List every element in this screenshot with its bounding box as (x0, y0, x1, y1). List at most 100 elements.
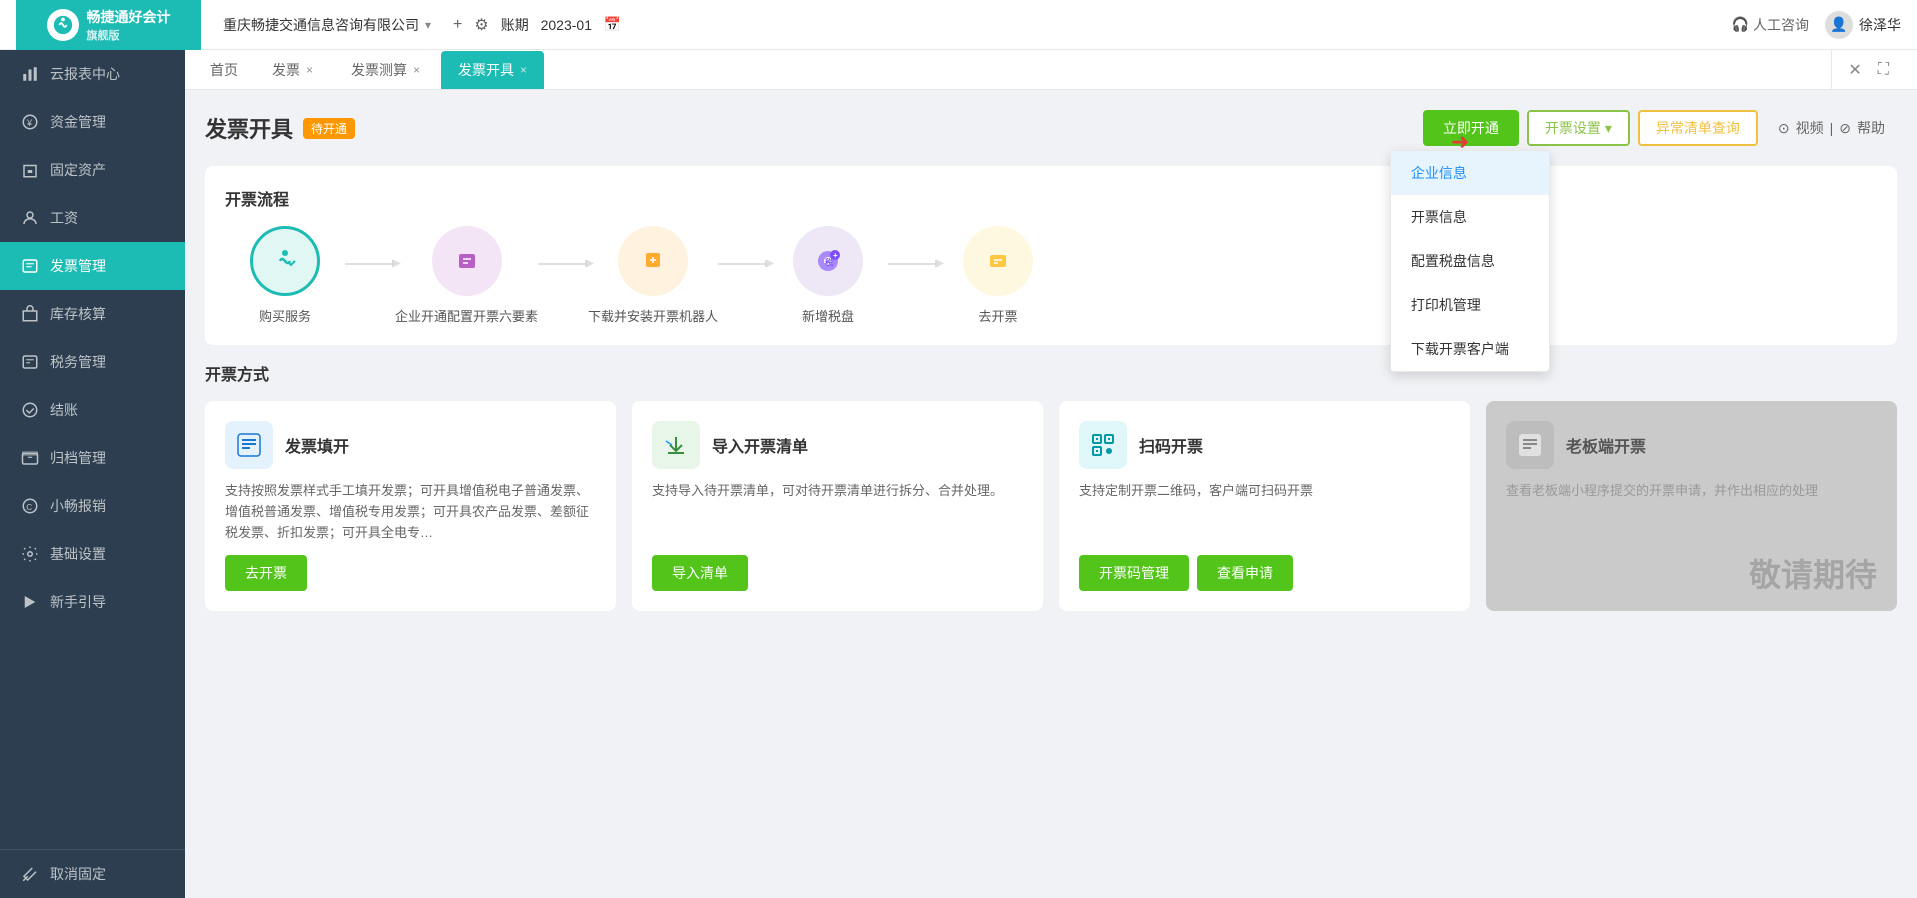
dropdown-item-download-client[interactable]: 下载开票客户端 (1391, 327, 1549, 371)
top-bar-actions: 🎧 人工咨询 👤 徐泽华 (1732, 11, 1901, 39)
close-icon[interactable]: × (306, 63, 313, 77)
sidebar-item-shuiwu[interactable]: 税务管理 (0, 338, 185, 386)
dropdown-item-invoice-info[interactable]: 开票信息 (1391, 195, 1549, 239)
sidebar-item-xiaochang[interactable]: C 小畅报销 (0, 482, 185, 530)
go-invoice-button[interactable]: 去开票 (225, 555, 307, 591)
sidebar-item-gongzi[interactable]: 工资 (0, 194, 185, 242)
sidebar-label: 取消固定 (50, 864, 106, 884)
settings-label: 开票设置 (1545, 118, 1601, 138)
building-icon (20, 160, 40, 180)
logo-area: 畅捷通好会计 旗舰版 (16, 0, 201, 50)
logo-icon (47, 9, 79, 41)
chart-icon (20, 64, 40, 84)
view-apply-button[interactable]: 查看申请 (1197, 555, 1293, 591)
sidebar-item-fapiao[interactable]: 发票管理 (0, 242, 185, 290)
sidebar-item-jiezhang[interactable]: 结账 (0, 386, 185, 434)
flow-icon-download (618, 226, 688, 296)
tab-fapiaocesuan[interactable]: 发票测算 × (334, 51, 437, 89)
activate-button[interactable]: 立即开通 (1423, 110, 1519, 146)
content-area: 首页 发票 × 发票测算 × 发票开具 × ✕ ⛶ (185, 50, 1917, 898)
flow-step-download: 下载并安装开票机器人 (588, 226, 718, 325)
method-title: 导入开票清单 (712, 433, 808, 457)
unpin-icon (20, 864, 40, 884)
methods-section: 发票填开 支持按照发票样式手工填开发票；可开具增值税电子普通发票、增值税普通发票… (205, 401, 1897, 611)
sidebar-bottom: 取消固定 (0, 849, 185, 898)
flow-step-taxdisk: 税 + 新增税盘 (768, 226, 888, 325)
sidebar-label: 小畅报销 (50, 496, 106, 516)
expire-text: 敬请期待 (1749, 550, 1877, 596)
method-icon-scan (1079, 421, 1127, 469)
chevron-down-icon: ▾ (425, 18, 431, 32)
tab-label: 发票 (272, 60, 300, 80)
settings-button[interactable]: 开票设置 ▾ (1527, 110, 1630, 146)
close-icon[interactable]: × (520, 63, 527, 77)
settings-icon[interactable]: ⚙ (474, 15, 488, 35)
close-window-icon[interactable]: ✕ (1844, 56, 1865, 84)
dropdown-item-tax-config[interactable]: 配置税盘信息 (1391, 239, 1549, 283)
sidebar-item-xinshou[interactable]: 新手引导 (0, 578, 185, 626)
svg-text:¥: ¥ (26, 118, 33, 128)
method-header: 扫码开票 (1079, 421, 1450, 469)
sidebar-label: 库存核算 (50, 304, 106, 324)
sidebar-label: 结账 (50, 400, 78, 420)
method-card-manual: 发票填开 支持按照发票样式手工填开发票；可开具增值税电子普通发票、增值税普通发票… (205, 401, 616, 611)
support-button[interactable]: 🎧 人工咨询 (1732, 15, 1809, 35)
method-footer: 去开票 (225, 555, 596, 591)
tabs-bar: 首页 发票 × 发票测算 × 发票开具 × ✕ ⛶ (185, 50, 1917, 90)
method-icon-boss (1506, 421, 1554, 469)
tab-fapiaokaiqu[interactable]: 发票开具 × (441, 51, 544, 89)
flow-section-title: 开票流程 (225, 186, 1877, 210)
dropdown-item-printer[interactable]: 打印机管理 (1391, 283, 1549, 327)
svg-text:+: + (833, 251, 838, 260)
gear-icon (20, 544, 40, 564)
page-header: 发票开具 待开通 立即开通 开票设置 ▾ 企业信息 (205, 110, 1897, 146)
method-footer: 导入清单 (652, 555, 1023, 591)
flow-section: 开票流程 购买服务 (205, 166, 1897, 345)
user-area[interactable]: 👤 徐泽华 (1825, 11, 1901, 39)
flow-step-label: 企业开通配置开票六要素 (395, 306, 538, 325)
logo-text: 畅捷通好会计 旗舰版 (87, 7, 171, 43)
sidebar: 云报表中心 ¥ 资金管理 固定资产 工资 发票管理 (0, 50, 185, 898)
method-title: 发票填开 (285, 433, 349, 457)
qr-manage-button[interactable]: 开票码管理 (1079, 555, 1189, 591)
tab-label: 发票测算 (351, 60, 407, 80)
sidebar-item-gudingzichan[interactable]: 固定资产 (0, 146, 185, 194)
flow-step-label: 购买服务 (259, 306, 311, 325)
period-label: 账期 2023-01 📅 (501, 15, 622, 35)
app-title: 畅捷通好会计 (87, 7, 171, 27)
tab-fapiao[interactable]: 发票 × (255, 51, 330, 89)
flow-icon-go-invoice (963, 226, 1033, 296)
tab-home[interactable]: 首页 (197, 51, 251, 89)
flow-connector: ▶ (718, 263, 768, 265)
expand-window-icon[interactable]: ⛶ (1874, 57, 1893, 83)
dropdown-arrow-icon: ▾ (1605, 120, 1612, 137)
sidebar-item-guidang[interactable]: 归档管理 (0, 434, 185, 482)
close-icon[interactable]: × (413, 63, 420, 77)
sidebar-item-jichushezhi[interactable]: 基础设置 (0, 530, 185, 578)
help-area[interactable]: ⊙ 视频 | ⊘ 帮助 (1766, 112, 1897, 144)
archive-icon (20, 448, 40, 468)
method-desc: 支持按照发票样式手工填开发票；可开具增值税电子普通发票、增值税普通发票、增值税专… (225, 481, 596, 543)
sidebar-item-zijin[interactable]: ¥ 资金管理 (0, 98, 185, 146)
add-icon[interactable]: + (453, 16, 462, 34)
flow-connector: ▶ (538, 263, 588, 265)
user-icon: 👤 (1830, 16, 1847, 33)
flow-steps: 购买服务 ▶ (225, 226, 1877, 325)
import-list-button[interactable]: 导入清单 (652, 555, 748, 591)
flow-step-label: 新增税盘 (802, 306, 854, 325)
sidebar-item-kucun[interactable]: 库存核算 (0, 290, 185, 338)
sidebar-label: 发票管理 (50, 256, 106, 276)
flow-step-config: 企业开通配置开票六要素 (395, 226, 538, 325)
sidebar-label: 资金管理 (50, 112, 106, 132)
sidebar-item-quxiao[interactable]: 取消固定 (0, 850, 185, 898)
check-icon (20, 400, 40, 420)
page-title-wrap: 发票开具 待开通 (205, 112, 355, 144)
sidebar-item-yunbao[interactable]: 云报表中心 (0, 50, 185, 98)
exception-button[interactable]: 异常清单查询 (1638, 110, 1758, 146)
sidebar-label: 云报表中心 (50, 64, 120, 84)
dropdown-item-enterprise[interactable]: 企业信息 (1391, 151, 1549, 195)
method-card-boss: 老板端开票 查看老板端小程序提交的开票申请，并作出相应的处理 敬请期待 (1486, 401, 1897, 611)
app-subtitle: 旗舰版 (87, 27, 171, 43)
company-selector[interactable]: 重庆畅捷交通信息咨询有限公司 ▾ (213, 9, 441, 41)
method-icon-import (652, 421, 700, 469)
